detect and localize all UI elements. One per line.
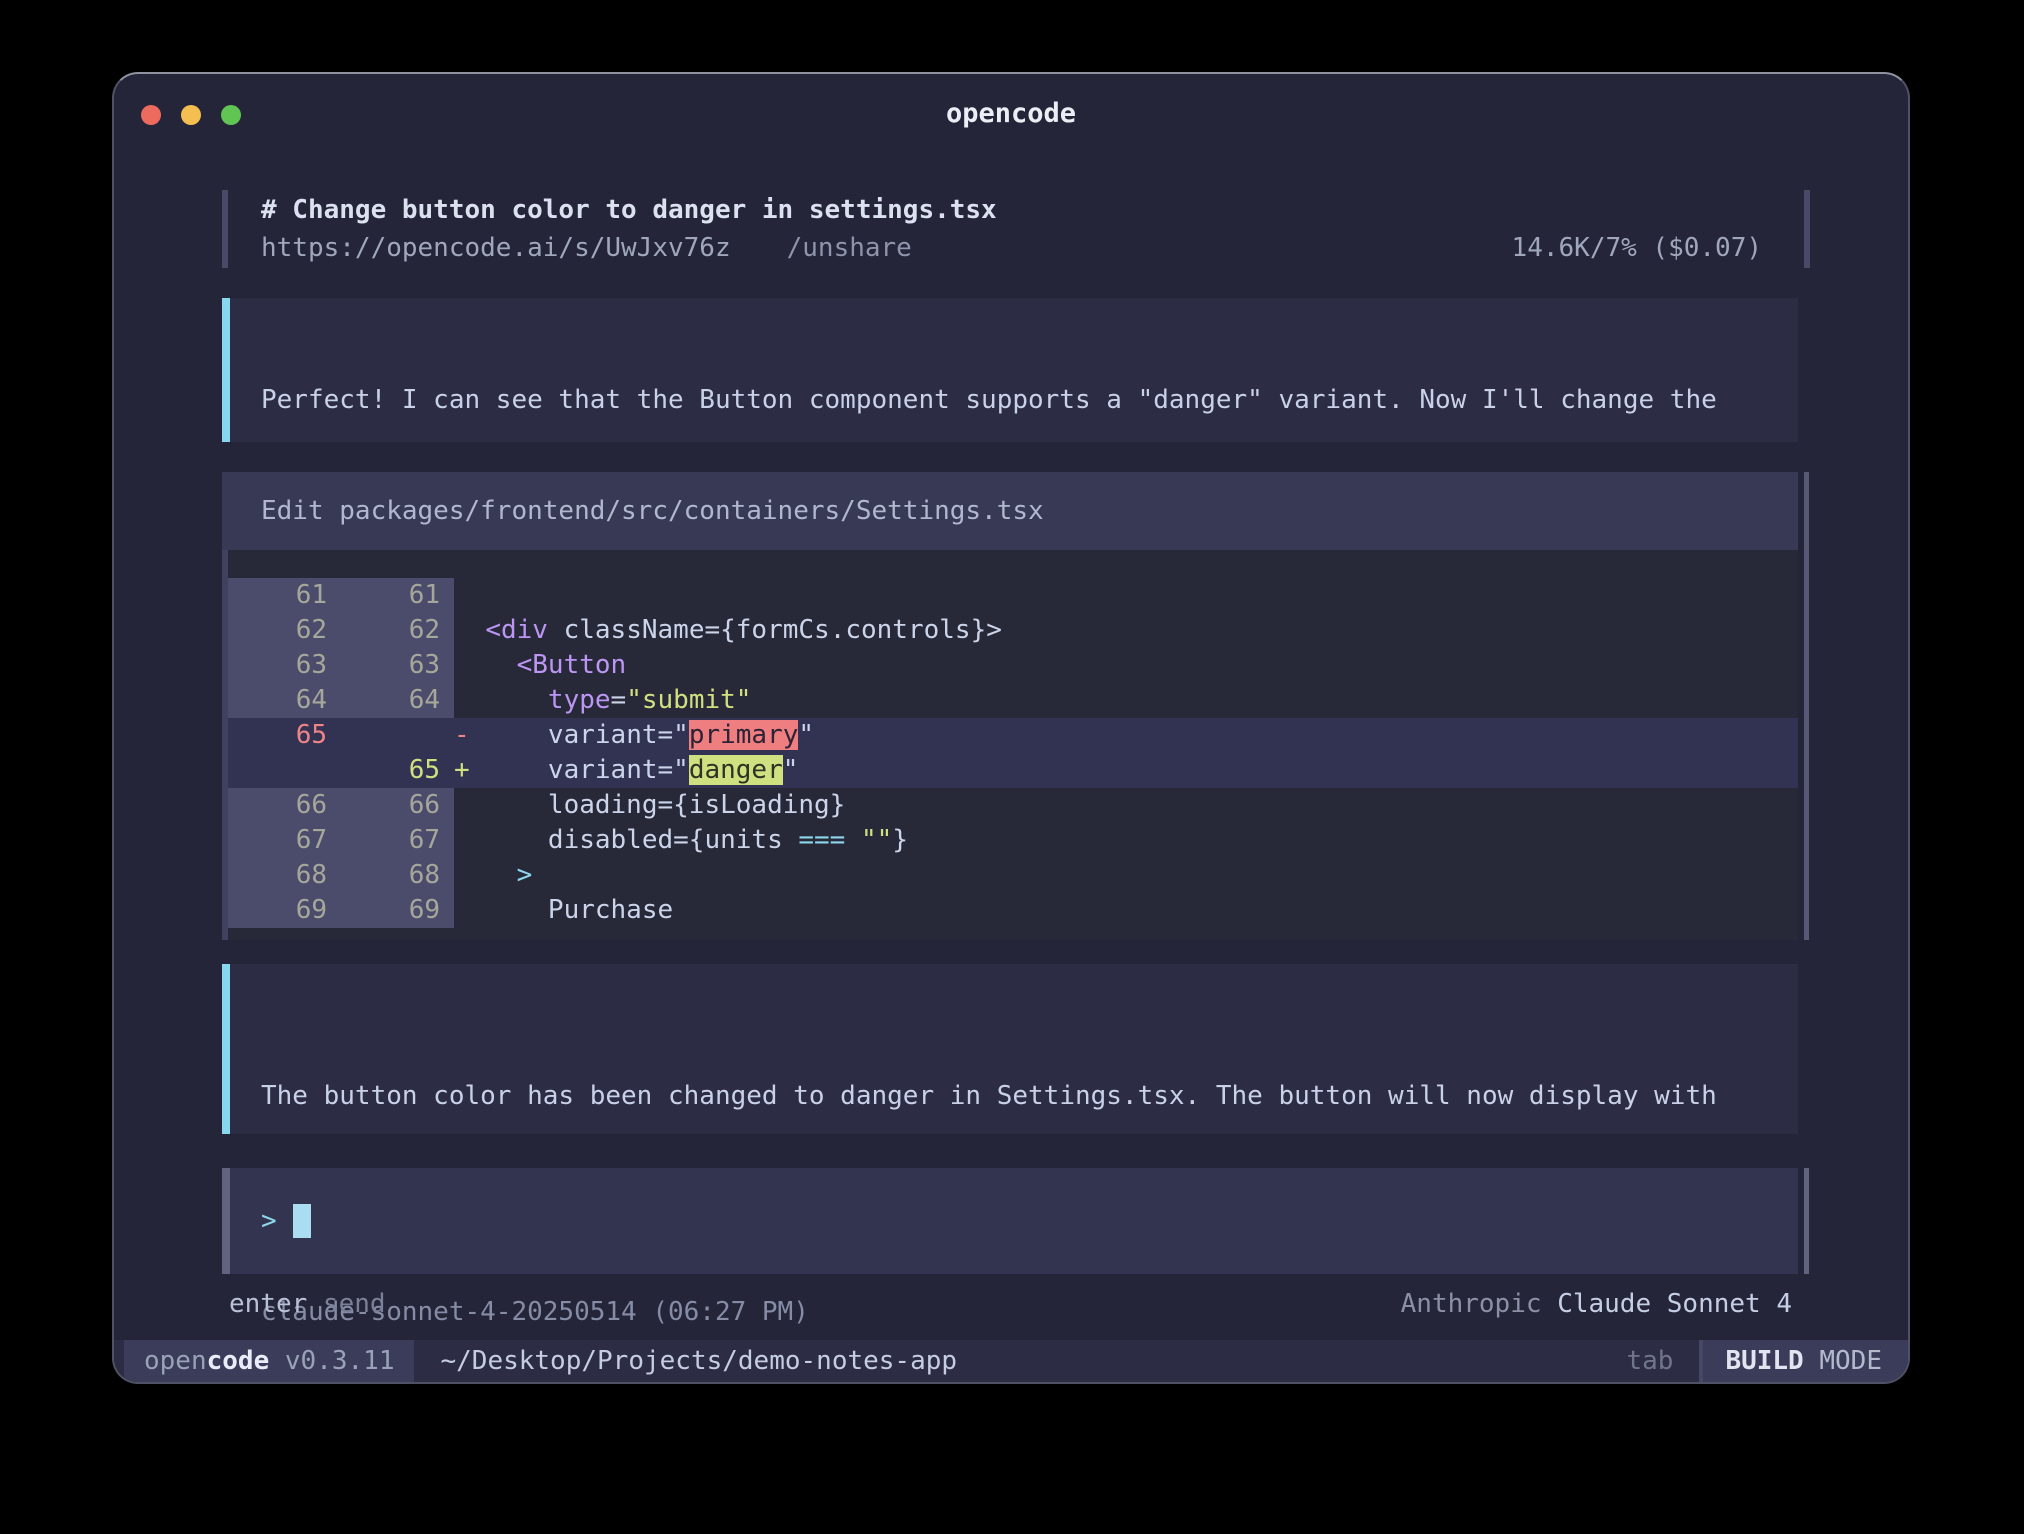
- status-bar-right: tab BUILD MODE: [1626, 1340, 1908, 1382]
- tab-key-hint[interactable]: tab: [1626, 1340, 1673, 1382]
- diff-row: 6969 Purchase: [228, 893, 1798, 928]
- assistant-message-2: The button color has been changed to dan…: [222, 964, 1798, 1134]
- diff-row: 6262 <div className={formCs.controls}>: [228, 613, 1798, 648]
- prompt-symbol: >: [261, 1206, 277, 1236]
- message-line: The button color has been changed to dan…: [261, 1078, 1768, 1114]
- titlebar: opencode: [114, 74, 1908, 190]
- enter-key-hint: enter: [229, 1288, 307, 1320]
- share-url[interactable]: https://opencode.ai/s/UwJxv76z: [261, 229, 731, 267]
- session-subline: https://opencode.ai/s/UwJxv76z /unshare …: [261, 229, 1762, 267]
- diff-row: 6666 loading={isLoading}: [228, 788, 1798, 823]
- working-directory: ~/Desktop/Projects/demo-notes-app: [440, 1340, 957, 1382]
- build-mode-chip[interactable]: BUILD MODE: [1699, 1340, 1908, 1382]
- hints-row: enter send Anthropic Claude Sonnet 4: [229, 1288, 1792, 1320]
- unshare-command: /unshare: [787, 229, 912, 267]
- app-version: v0.3.11: [269, 1346, 394, 1376]
- prompt-input[interactable]: >: [222, 1168, 1798, 1274]
- diff-row: 6464 type="submit": [228, 683, 1798, 718]
- diff-row: 6767 disabled={units === ""}: [228, 823, 1798, 858]
- diff-row: 6868 >: [228, 858, 1798, 893]
- app-window: opencode # Change button color to danger…: [112, 72, 1910, 1384]
- assistant-message-1: Perfect! I can see that the Button compo…: [222, 298, 1798, 442]
- window-title: opencode: [114, 98, 1908, 129]
- mode-name: BUILD: [1725, 1346, 1803, 1376]
- mode-suffix: MODE: [1804, 1346, 1882, 1376]
- edit-tool-card: Edit packages/frontend/src/containers/Se…: [222, 472, 1798, 940]
- message-line: Perfect! I can see that the Button compo…: [261, 382, 1768, 418]
- text-cursor: [293, 1204, 311, 1238]
- token-usage-stats: 14.6K/7% ($0.07): [1512, 229, 1762, 267]
- model-label: Claude Sonnet 4: [1557, 1289, 1792, 1319]
- status-bar: opencode v0.3.11 ~/Desktop/Projects/demo…: [114, 1340, 1908, 1382]
- send-hint-label: send: [307, 1288, 385, 1320]
- diff-scrollbar[interactable]: [1804, 472, 1809, 940]
- app-name-bold: code: [207, 1346, 270, 1376]
- session-title: # Change button color to danger in setti…: [261, 191, 1762, 229]
- session-header: # Change button color to danger in setti…: [222, 190, 1810, 268]
- diff-row: 65+ variant="danger": [228, 753, 1798, 788]
- diff-row: 6161: [228, 578, 1798, 613]
- diff-row: 65- variant="primary": [228, 718, 1798, 753]
- app-name-light: open: [144, 1346, 207, 1376]
- input-scrollbar[interactable]: [1804, 1168, 1809, 1274]
- diff-row: 6363 <Button: [228, 648, 1798, 683]
- provider-label: Anthropic: [1401, 1289, 1558, 1319]
- model-indicator: Anthropic Claude Sonnet 4: [1401, 1288, 1792, 1320]
- diff-rows: 61616262 <div className={formCs.controls…: [222, 550, 1798, 940]
- app-version-chip: opencode v0.3.11: [124, 1340, 414, 1382]
- edit-file-title: Edit packages/frontend/src/containers/Se…: [222, 472, 1798, 550]
